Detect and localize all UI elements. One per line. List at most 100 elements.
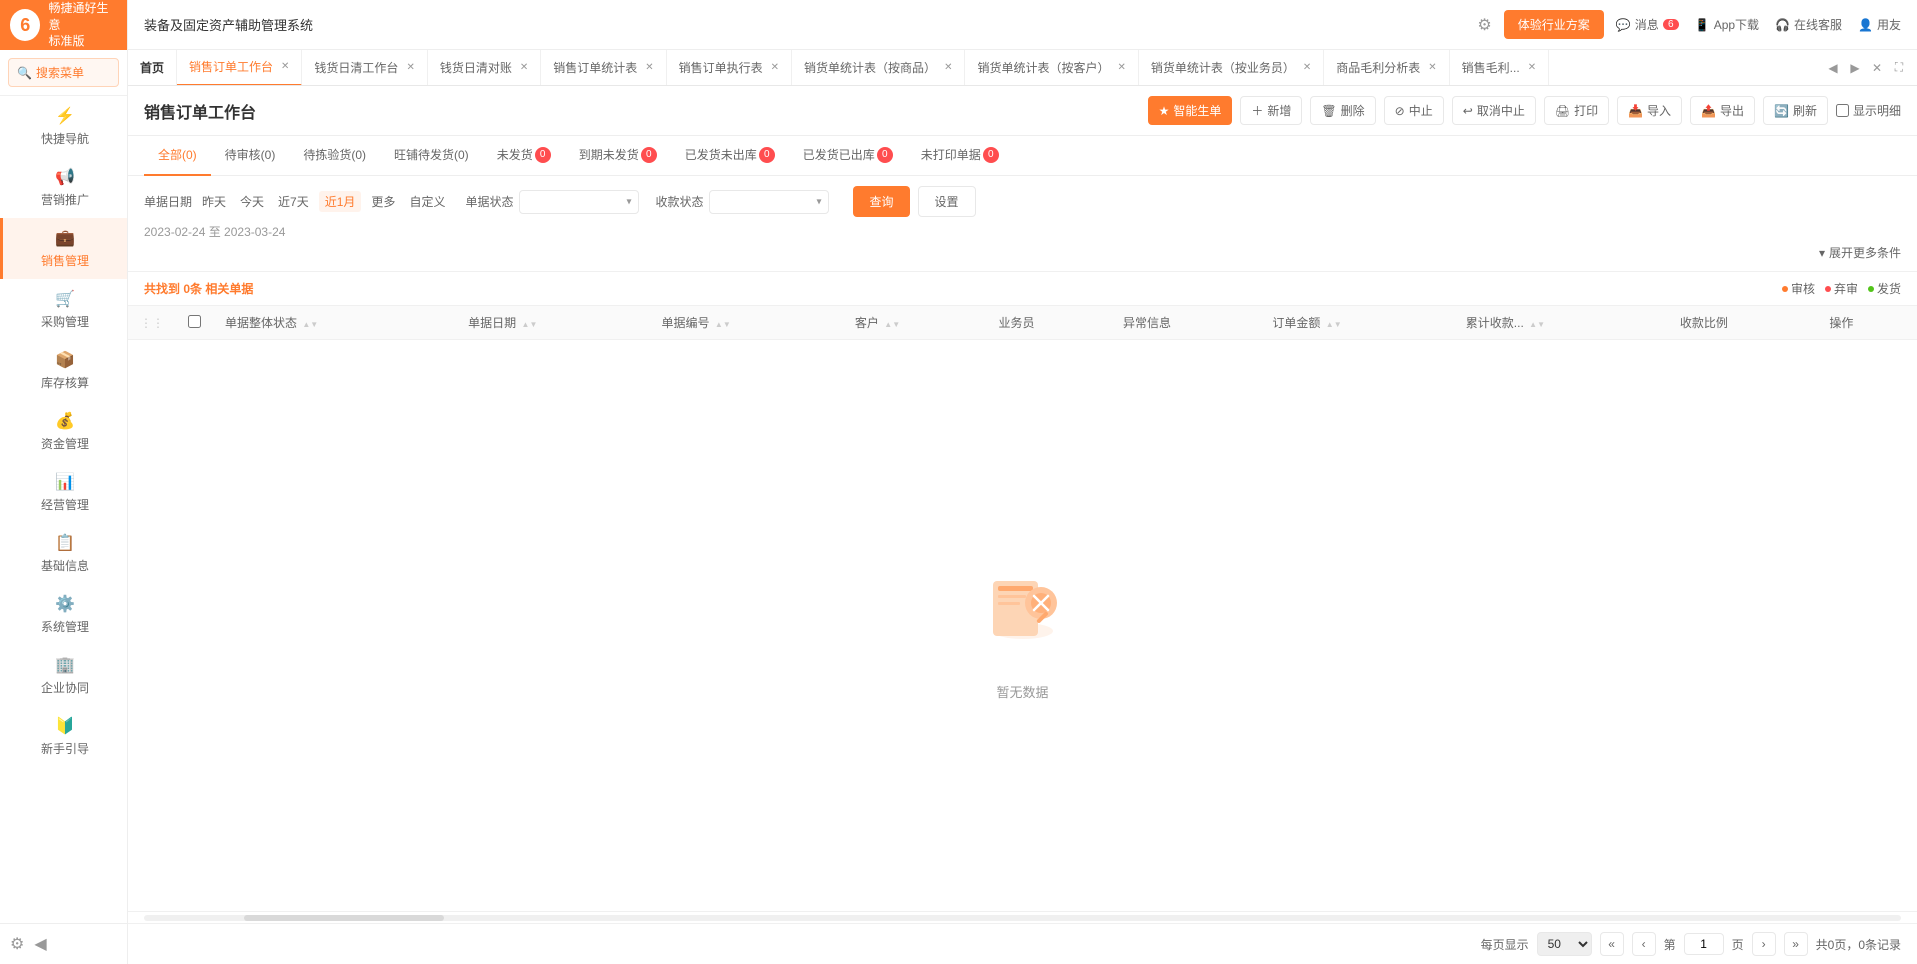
select-all-checkbox[interactable] xyxy=(188,315,201,328)
tabs-close-all[interactable]: ✕ xyxy=(1867,58,1887,78)
ship-action-button[interactable]: 发货 xyxy=(1868,280,1901,297)
date-btn-today[interactable]: 今天 xyxy=(236,191,268,212)
sidebar-nav-item-marketing[interactable]: 📢 营销推广 xyxy=(0,157,127,218)
collapse-sidebar-button[interactable]: ◀ xyxy=(34,934,46,954)
tab-cash-reconcile[interactable]: 钱货日清对账 ✕ xyxy=(428,50,541,86)
pagination-last[interactable]: » xyxy=(1784,932,1808,956)
pagination-first[interactable]: « xyxy=(1600,932,1624,956)
date-btn-yesterday[interactable]: 昨天 xyxy=(198,191,230,212)
col-checkbox[interactable] xyxy=(176,306,213,340)
sidebar-nav-item-purchase[interactable]: 🛒 采购管理 xyxy=(0,279,127,340)
sub-tab-pending-inspect[interactable]: 待拣验货(0) xyxy=(289,136,380,176)
pagination-prev[interactable]: ‹ xyxy=(1632,932,1656,956)
tab-sales-summary-customer[interactable]: 销货单统计表（按客户） ✕ xyxy=(965,50,1138,86)
sidebar-nav-item-system[interactable]: ⚙️ 系统管理 xyxy=(0,584,127,645)
per-page-select[interactable]: 50 100 xyxy=(1537,932,1592,956)
table-scroll-area[interactable]: ⋮⋮ 单据整体状态 ▲▼ 单据日期 ▲▼ 单据编号 xyxy=(128,306,1917,911)
date-btn-more[interactable]: 更多 xyxy=(367,191,399,212)
tab-product-profit[interactable]: 商品毛利分析表 ✕ xyxy=(1324,50,1449,86)
scroll-track[interactable] xyxy=(144,915,1901,921)
base-info-icon: 📋 xyxy=(55,533,75,553)
tab-close-cash-reconcile[interactable]: ✕ xyxy=(520,62,528,73)
tab-close-sales-more[interactable]: ✕ xyxy=(1528,62,1536,73)
sort-date-icon[interactable]: ▲▼ xyxy=(522,320,538,329)
sort-collected-icon[interactable]: ▲▼ xyxy=(1529,320,1545,329)
scroll-thumb[interactable] xyxy=(244,915,444,921)
show-detail-toggle[interactable]: 显示明细 xyxy=(1836,102,1901,119)
tab-sales-workbench[interactable]: 销售订单工作台 ✕ xyxy=(177,50,302,86)
tab-close-product-profit[interactable]: ✕ xyxy=(1428,62,1436,73)
tab-close-sales-workbench[interactable]: ✕ xyxy=(281,61,289,72)
expand-filter-button[interactable]: ▾ 展开更多条件 xyxy=(1819,244,1901,261)
sidebar-nav-item-quick-nav[interactable]: ⚡ 快捷导航 xyxy=(0,96,127,157)
tab-close-sales-summary-customer[interactable]: ✕ xyxy=(1117,62,1125,73)
sub-tab-shipped-out[interactable]: 已发货已出库 0 xyxy=(789,136,907,176)
delete-button[interactable]: 🗑 删除 xyxy=(1310,96,1375,125)
stop-button[interactable]: ⊘ 中止 xyxy=(1384,96,1444,125)
add-button[interactable]: ＋ 新增 xyxy=(1240,96,1302,125)
sidebar-nav-item-inventory[interactable]: 📦 库存核算 xyxy=(0,340,127,401)
experience-button[interactable]: 体验行业方案 xyxy=(1504,10,1604,39)
date-btn-custom[interactable]: 自定义 xyxy=(405,191,449,212)
not-shipped-badge: 0 xyxy=(535,147,551,163)
user-menu-button[interactable]: 👤 用友 xyxy=(1858,16,1901,33)
tab-close-sales-summary-product[interactable]: ✕ xyxy=(944,62,952,73)
search-menu-button[interactable]: 🔍 搜索菜单 xyxy=(8,58,119,87)
tabs-maximize[interactable]: ⛶ xyxy=(1889,58,1909,78)
sub-tab-overdue-not-shipped[interactable]: 到期未发货 0 xyxy=(565,136,671,176)
tab-close-sales-summary-staff[interactable]: ✕ xyxy=(1303,62,1311,73)
page-number-input[interactable] xyxy=(1684,933,1724,955)
sub-tab-shipped-not-out[interactable]: 已发货未出库 0 xyxy=(671,136,789,176)
sidebar-nav-item-enterprise[interactable]: 🏢 企业协同 xyxy=(0,645,127,706)
sidebar-nav-item-guide[interactable]: 🔰 新手引导 xyxy=(0,706,127,767)
tab-sales-more[interactable]: 销售毛利... ✕ xyxy=(1450,50,1549,86)
review-action-button[interactable]: 审核 xyxy=(1782,280,1815,297)
smart-gen-button[interactable]: ★ 智能生单 xyxy=(1148,96,1233,125)
sub-tab-not-shipped[interactable]: 未发货 0 xyxy=(483,136,565,176)
sort-customer-icon[interactable]: ▲▼ xyxy=(884,320,900,329)
tab-home[interactable]: 首页 xyxy=(128,50,177,86)
tab-sales-summary-product[interactable]: 销货单统计表（按商品） ✕ xyxy=(792,50,965,86)
sidebar-nav-item-base-info[interactable]: 📋 基础信息 xyxy=(0,523,127,584)
tab-close-cash-daily[interactable]: ✕ xyxy=(406,62,414,73)
tab-close-sales-stat[interactable]: ✕ xyxy=(645,62,653,73)
sort-status-icon[interactable]: ▲▼ xyxy=(302,320,318,329)
set-button[interactable]: 设置 xyxy=(918,186,976,217)
online-service-button[interactable]: 🎧 在线客服 xyxy=(1775,16,1842,33)
shipped-not-out-badge: 0 xyxy=(759,147,775,163)
date-btn-7days[interactable]: 近7天 xyxy=(274,191,313,212)
sort-amount-icon[interactable]: ▲▼ xyxy=(1326,320,1342,329)
sidebar-nav-item-operation[interactable]: 📊 经营管理 xyxy=(0,462,127,523)
tabs-scroll-left[interactable]: ◀ xyxy=(1823,58,1843,78)
import-button[interactable]: 📥 导入 xyxy=(1617,96,1682,125)
date-btn-1month[interactable]: 近1月 xyxy=(319,191,362,212)
tabs-scroll-right[interactable]: ▶ xyxy=(1845,58,1865,78)
tab-close-sales-exec[interactable]: ✕ xyxy=(771,62,779,73)
sub-tab-all[interactable]: 全部(0) xyxy=(144,136,211,176)
sidebar-nav-item-sales[interactable]: 💼 销售管理 xyxy=(0,218,127,279)
horizontal-scrollbar[interactable] xyxy=(128,911,1917,923)
show-detail-checkbox[interactable] xyxy=(1836,104,1849,117)
tab-sales-exec[interactable]: 销售订单执行表 ✕ xyxy=(667,50,792,86)
settings-button[interactable]: ⚙ xyxy=(10,934,24,954)
sidebar-nav-item-finance[interactable]: 💰 资金管理 xyxy=(0,401,127,462)
sub-tab-not-printed[interactable]: 未打印单据 0 xyxy=(907,136,1013,176)
export-button[interactable]: 📤 导出 xyxy=(1690,96,1755,125)
payment-select[interactable] xyxy=(709,190,829,214)
tab-sales-summary-staff[interactable]: 销货单统计表（按业务员） ✕ xyxy=(1139,50,1324,86)
app-download-button[interactable]: 📱 App下载 xyxy=(1695,16,1759,33)
status-select[interactable] xyxy=(519,190,639,214)
query-button[interactable]: 查询 xyxy=(853,186,909,217)
revoke-action-button[interactable]: 弃审 xyxy=(1825,280,1858,297)
refresh-button[interactable]: 🔄 刷新 xyxy=(1763,96,1828,125)
sub-tab-pending-review[interactable]: 待审核(0) xyxy=(211,136,290,176)
sub-tab-wangpu-deliver[interactable]: 旺铺待发货(0) xyxy=(380,136,483,176)
pagination-next[interactable]: › xyxy=(1752,932,1776,956)
message-button[interactable]: 💬 消息 6 xyxy=(1616,16,1679,33)
tab-sales-stat[interactable]: 销售订单统计表 ✕ xyxy=(541,50,666,86)
print-button[interactable]: 🖨 打印 xyxy=(1544,96,1609,125)
tab-cash-daily[interactable]: 钱货日清工作台 ✕ xyxy=(302,50,427,86)
cancel-stop-button[interactable]: ↩ 取消中止 xyxy=(1452,96,1536,125)
sort-number-icon[interactable]: ▲▼ xyxy=(715,320,731,329)
settings-icon[interactable]: ⚙ xyxy=(1477,15,1491,35)
